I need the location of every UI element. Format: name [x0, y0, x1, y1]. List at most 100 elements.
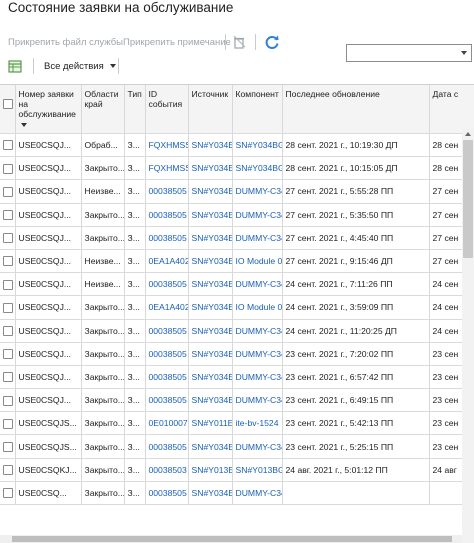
- row-select-cell[interactable]: [0, 365, 16, 390]
- event-id-cell[interactable]: FQXHMSS: [145, 133, 189, 158]
- row-checkbox[interactable]: [3, 395, 13, 406]
- table-row[interactable]: USE0CSQKJ... Закрыто... З... 00038503 SN#Y01…: [0, 458, 474, 482]
- horizontal-scrollbar[interactable]: [0, 535, 462, 543]
- row-checkbox[interactable]: [3, 465, 13, 476]
- horizontal-scrollbar-thumb[interactable]: [12, 536, 452, 542]
- column-header-date[interactable]: Дата с: [429, 85, 474, 134]
- component-cell[interactable]: DUMMY-C34: [232, 434, 283, 459]
- table-row[interactable]: USE0CSQJ... Неизве... З... 00038505 SN#Y034E…: [0, 272, 474, 297]
- component-cell[interactable]: DUMMY-C34: [232, 365, 283, 390]
- row-select-cell[interactable]: [0, 434, 16, 459]
- table-row[interactable]: USE0CSQJ... Закрыто... З... 00038505 SN#Y034…: [0, 365, 474, 390]
- source-cell[interactable]: SN#Y034E: [188, 295, 233, 320]
- component-cell[interactable]: SN#Y034BG: [232, 156, 283, 181]
- source-cell[interactable]: SN#Y034E: [188, 481, 233, 506]
- event-id-cell[interactable]: 0EA1A402: [145, 249, 189, 274]
- event-id-cell[interactable]: 00038503: [145, 458, 189, 482]
- row-checkbox[interactable]: [3, 256, 13, 267]
- refresh-icon[interactable]: [264, 34, 280, 50]
- component-cell[interactable]: DUMMY-C34: [232, 179, 283, 204]
- row-select-cell[interactable]: [0, 156, 16, 181]
- column-header-source[interactable]: Источник: [188, 85, 233, 134]
- row-checkbox[interactable]: [3, 186, 13, 197]
- source-cell[interactable]: SN#Y034E: [188, 319, 233, 343]
- source-cell[interactable]: SN#Y034E: [188, 156, 233, 181]
- column-header-last-update[interactable]: Последнее обновление: [282, 85, 430, 134]
- table-row[interactable]: USE0CSQJ... Закрыто... З... 00038505 SN#Y034…: [0, 388, 474, 413]
- component-cell[interactable]: SN#Y034BG: [232, 133, 283, 158]
- trash-icon[interactable]: [232, 35, 246, 49]
- table-row[interactable]: USE0CSQJ... Обраб... З... FQXHMSS SN#Y034E SN…: [0, 133, 474, 158]
- event-id-cell[interactable]: 00038505: [145, 388, 189, 413]
- table-row[interactable]: USE0CSQJS... Закрыто... З... 0E010007 SN#Y01…: [0, 411, 474, 436]
- event-id-cell[interactable]: 00038505: [145, 203, 189, 227]
- event-id-cell[interactable]: 0E010007: [145, 411, 189, 436]
- component-cell[interactable]: IO Module 02: [232, 295, 283, 320]
- component-cell[interactable]: SN#Y013BG: [232, 458, 283, 482]
- event-id-cell[interactable]: 00038505: [145, 434, 189, 459]
- event-id-cell[interactable]: 00038505: [145, 319, 189, 343]
- component-cell[interactable]: DUMMY-C34: [232, 388, 283, 413]
- scroll-up-arrow[interactable]: [462, 128, 474, 140]
- attach-file-button[interactable]: Прикрепить файл службы: [8, 37, 123, 48]
- table-row[interactable]: USE0CSQJ... Закрыто... З... 00038505 SN#Y034…: [0, 319, 474, 343]
- source-cell[interactable]: SN#Y034E: [188, 434, 233, 459]
- source-cell[interactable]: SN#Y013E: [188, 458, 233, 482]
- column-header-component[interactable]: Компонент: [232, 85, 283, 134]
- component-cell[interactable]: DUMMY-C34: [232, 342, 283, 366]
- row-checkbox[interactable]: [3, 279, 13, 290]
- table-row[interactable]: USE0CSQJ... Закрыто... З... FQXHMSS SN#Y034E…: [0, 156, 474, 181]
- row-checkbox[interactable]: [3, 418, 13, 429]
- table-row[interactable]: USE0CSQJ... Закрыто... З... 00038505 SN#Y034…: [0, 226, 474, 250]
- source-cell[interactable]: SN#Y034E: [188, 226, 233, 250]
- event-id-cell[interactable]: FQXHMSS: [145, 156, 189, 181]
- event-id-cell[interactable]: 00038505: [145, 272, 189, 297]
- row-checkbox[interactable]: [3, 441, 13, 452]
- component-cell[interactable]: DUMMY-C34: [232, 272, 283, 297]
- row-checkbox[interactable]: [3, 372, 13, 383]
- row-select-cell[interactable]: [0, 133, 16, 158]
- column-header-request-number[interactable]: Номер заявки на обслуживание: [15, 85, 82, 134]
- table-row[interactable]: USE0CSQJ... Неизве... З... 0EA1A402 SN#Y034E…: [0, 249, 474, 274]
- event-id-cell[interactable]: 00038505: [145, 226, 189, 250]
- source-cell[interactable]: SN#Y034E: [188, 365, 233, 390]
- row-checkbox[interactable]: [3, 302, 13, 313]
- row-select-cell[interactable]: [0, 203, 16, 227]
- event-id-cell[interactable]: 00038505: [145, 365, 189, 390]
- row-checkbox[interactable]: [3, 210, 13, 221]
- select-all-header[interactable]: [0, 85, 16, 134]
- row-select-cell[interactable]: [0, 272, 16, 297]
- table-row[interactable]: USE0CSQ... Закрыто... З... 00038505 SN#Y034E…: [0, 481, 474, 506]
- row-select-cell[interactable]: [0, 458, 16, 482]
- row-checkbox[interactable]: [3, 349, 13, 360]
- row-select-cell[interactable]: [0, 319, 16, 343]
- table-row[interactable]: USE0CSQJ... Закрыто... З... 0EA1A402 SN#Y034…: [0, 295, 474, 320]
- table-row[interactable]: USE0CSQJ... Закрыто... З... 00038505 SN#Y034…: [0, 342, 474, 366]
- event-id-cell[interactable]: 00038505: [145, 342, 189, 366]
- row-checkbox[interactable]: [3, 325, 13, 336]
- source-cell[interactable]: SN#Y034E: [188, 133, 233, 158]
- component-cell[interactable]: DUMMY-C34: [232, 226, 283, 250]
- row-select-cell[interactable]: [0, 342, 16, 366]
- source-cell[interactable]: SN#Y034E: [188, 272, 233, 297]
- row-select-cell[interactable]: [0, 411, 16, 436]
- table-row[interactable]: USE0CSQJ... Закрыто... З... 00038505 SN#Y034…: [0, 203, 474, 227]
- row-select-cell[interactable]: [0, 179, 16, 204]
- vertical-scrollbar[interactable]: [462, 140, 474, 543]
- column-header-type[interactable]: Тип: [124, 85, 146, 134]
- row-select-cell[interactable]: [0, 481, 16, 506]
- component-cell[interactable]: ite-bv-1524: [232, 411, 283, 436]
- export-icon[interactable]: [8, 59, 22, 73]
- event-id-cell[interactable]: 00038505: [145, 179, 189, 204]
- row-select-cell[interactable]: [0, 249, 16, 274]
- source-cell[interactable]: SN#Y034E: [188, 249, 233, 274]
- row-select-cell[interactable]: [0, 388, 16, 413]
- component-cell[interactable]: DUMMY-C34: [232, 203, 283, 227]
- row-checkbox[interactable]: [3, 233, 13, 244]
- attach-note-button[interactable]: Прикрепить примечание: [123, 37, 231, 48]
- table-row[interactable]: USE0CSQJS... Закрыто... З... 00038505 SN#Y03…: [0, 434, 474, 459]
- select-all-checkbox[interactable]: [3, 99, 13, 109]
- component-cell[interactable]: DUMMY-C34: [232, 481, 283, 506]
- source-cell[interactable]: SN#Y034E: [188, 203, 233, 227]
- all-actions-menu[interactable]: Все действия: [44, 61, 116, 72]
